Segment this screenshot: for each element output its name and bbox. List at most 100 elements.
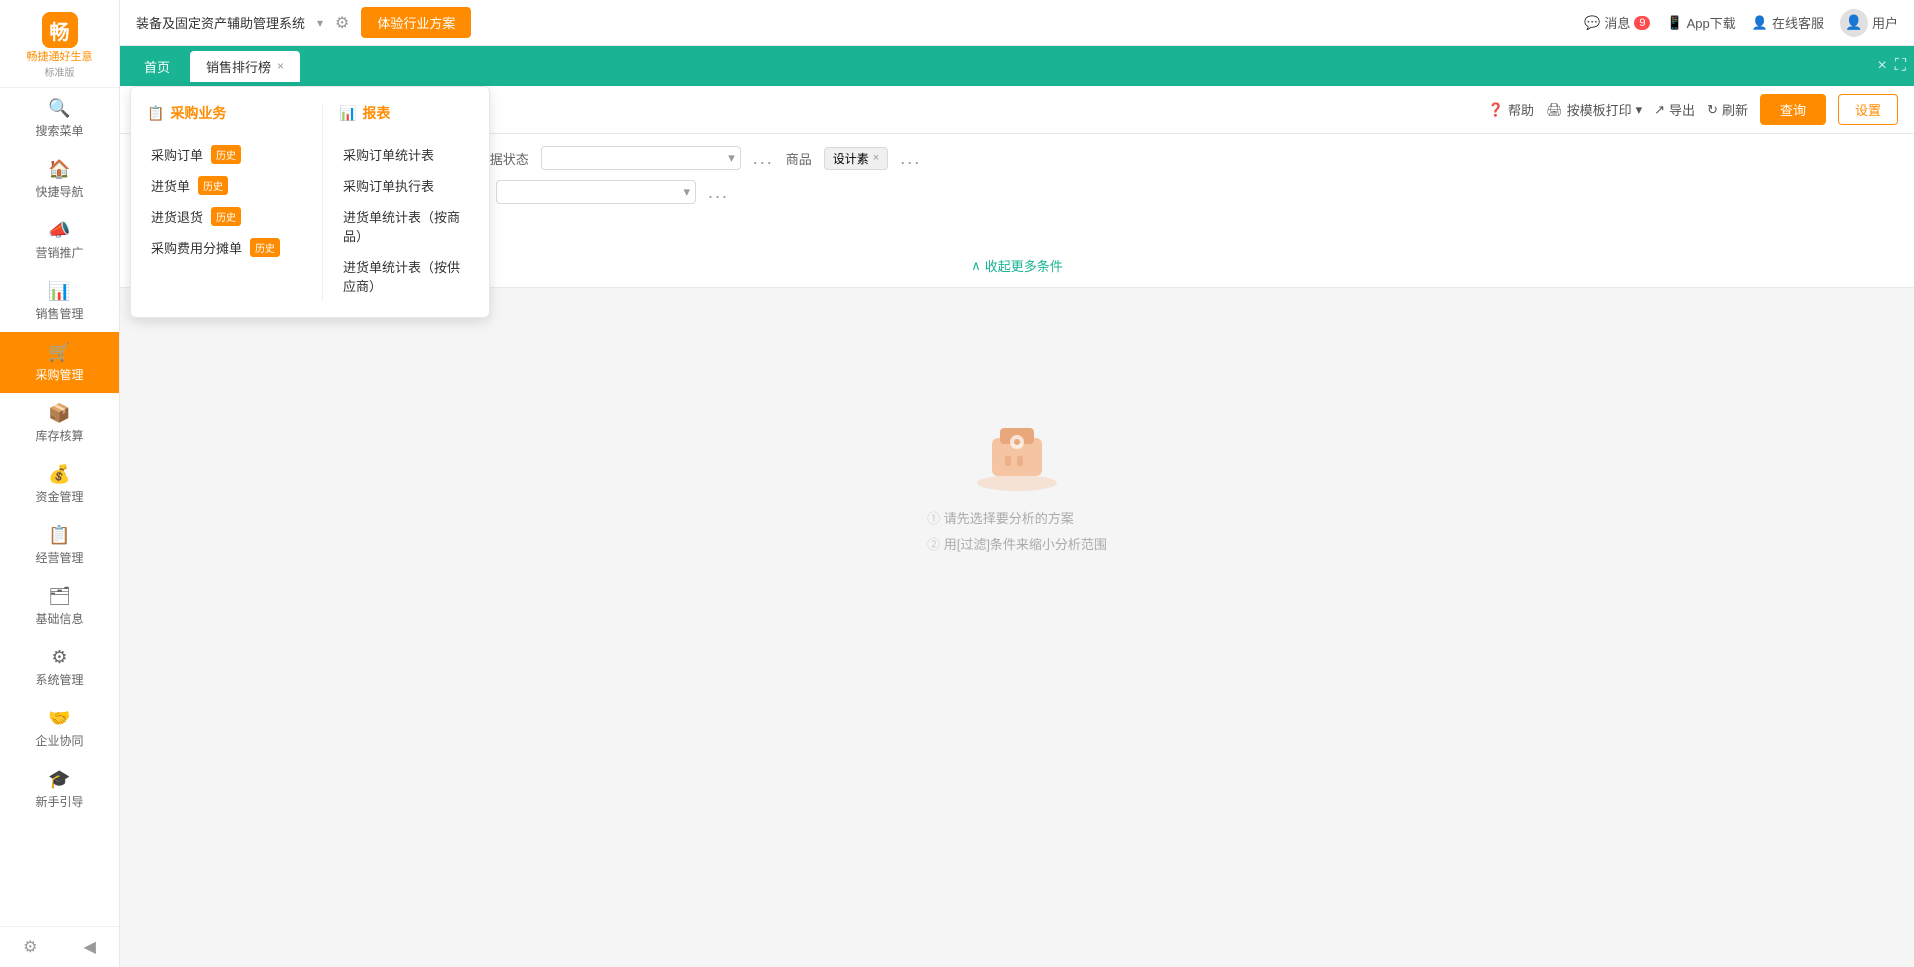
report-stock-goods-label: 进货单统计表（按商品） <box>343 207 469 245</box>
dropdown-item-purchase-stock[interactable]: 进货单 历史 <box>147 170 298 201</box>
sidebar-item-operations[interactable]: 📋 经营管理 <box>0 515 119 576</box>
sidebar-footer: ⚙ ◀ <box>0 926 119 967</box>
user-btn[interactable]: 👤 用户 <box>1840 9 1898 37</box>
sidebar-item-label-system: 系统管理 <box>35 671 83 688</box>
collapse-arrow: ∧ <box>971 258 981 274</box>
header-settings-icon[interactable]: ⚙ <box>335 13 349 33</box>
main-area: 装备及固定资产辅助管理系统 ▾ ⚙ 体验行业方案 💬 消息 9 📱 App下载 … <box>120 0 1914 967</box>
sidebar-item-finance[interactable]: 💰 资金管理 <box>0 454 119 515</box>
message-btn[interactable]: 💬 消息 9 <box>1584 13 1650 32</box>
sales-icon: 📊 <box>48 281 70 302</box>
sidebar-item-search[interactable]: 🔍 搜索菜单 <box>0 88 119 149</box>
goods-tag-text: 设计素 <box>833 150 869 167</box>
print-btn[interactable]: 🖨 按模板打印 ▾ <box>1546 100 1642 119</box>
help-btn[interactable]: ❓ 帮助 <box>1488 100 1534 119</box>
purchase-col-title: 采购业务 <box>170 103 226 123</box>
title-dropdown-icon[interactable]: ▾ <box>317 16 323 30</box>
help-label: 帮助 <box>1508 100 1534 119</box>
purchase-expense-history-badge: 历史 <box>250 238 280 257</box>
sidebar-collapse-btn[interactable]: ◀ <box>84 937 96 957</box>
sidebar-nav: 🔍 搜索菜单 🏠 快捷导航 📣 营销推广 📊 销售管理 🛒 采购管理 📦 <box>0 88 119 926</box>
marketing-icon: 📣 <box>48 220 70 241</box>
dropdown-item-report-stock-by-goods[interactable]: 进货单统计表（按商品） <box>339 201 473 251</box>
print-dropdown-icon: ▾ <box>1636 102 1643 118</box>
report-col-header: 📊 报表 <box>339 103 473 127</box>
sidebar-item-sales[interactable]: 📊 销售管理 <box>0 271 119 332</box>
sidebar-logo: 畅 畅捷通好生意 标准版 <box>0 0 119 88</box>
doc-status-select[interactable] <box>541 146 741 170</box>
logo-icon: 畅 <box>42 12 78 48</box>
tab-home-label: 首页 <box>144 57 170 76</box>
dropdown-item-report-order-exec[interactable]: 采购订单执行表 <box>339 170 473 201</box>
purchase-stock-label: 进货单 <box>151 176 190 195</box>
refresh-icon: ↻ <box>1707 102 1718 118</box>
sidebar-item-basic[interactable]: 🗂 基础信息 <box>0 576 119 637</box>
purchase-col-header: 📋 采购业务 <box>147 103 298 127</box>
help-icon: ❓ <box>1488 102 1504 118</box>
app-download-btn[interactable]: 📱 App下载 <box>1666 13 1735 32</box>
salesman-select[interactable] <box>496 180 696 204</box>
sidebar-item-purchase[interactable]: 🛒 采购管理 <box>0 332 119 393</box>
salesman-more[interactable]: ... <box>708 182 729 203</box>
dropdown-item-report-stock-by-supplier[interactable]: 进货单统计表（按供应商） <box>339 251 473 301</box>
tab-home[interactable]: 首页 <box>128 51 186 82</box>
sidebar-item-label-marketing: 营销推广 <box>35 244 83 261</box>
sidebar-item-marketing[interactable]: 📣 营销推广 <box>0 210 119 271</box>
doc-status-more[interactable]: ... <box>753 148 774 169</box>
doc-status-select-wrap <box>541 146 741 170</box>
sidebar-item-quicknav[interactable]: 🏠 快捷导航 <box>0 149 119 210</box>
query-button[interactable]: 查询 <box>1760 94 1826 125</box>
report-col-title: 报表 <box>362 103 390 123</box>
sidebar-item-label-basic: 基础信息 <box>35 610 83 627</box>
salesman-select-wrap <box>496 180 696 204</box>
report-order-exec-label: 采购订单执行表 <box>343 176 434 195</box>
sidebar-item-inventory[interactable]: 📦 库存核算 <box>0 393 119 454</box>
empty-state: ① 请先选择要分析的方案 ② 用[过滤]条件来缩小分析范围 <box>120 288 1914 678</box>
user-avatar: 👤 <box>1840 9 1868 37</box>
goods-label: 商品 <box>786 149 812 168</box>
tab-close-all-icon[interactable]: × <box>1877 57 1886 75</box>
report-col-icon: 📊 <box>339 105 356 122</box>
empty-hints: ① 请先选择要分析的方案 ② 用[过滤]条件来缩小分析范围 <box>927 506 1107 558</box>
purchase-dropdown-menu: 📋 采购业务 采购订单 历史 进货单 历史 进货退货 历史 <box>130 86 490 318</box>
dropdown-columns: 📋 采购业务 采购订单 历史 进货单 历史 进货退货 历史 <box>147 103 473 301</box>
system-title: 装备及固定资产辅助管理系统 <box>136 13 305 32</box>
settings-button[interactable]: 设置 <box>1838 94 1898 125</box>
tab-bar-right: × ⛶ <box>1877 57 1906 75</box>
basic-icon: 🗂 <box>48 586 71 607</box>
message-badge: 9 <box>1634 16 1650 30</box>
print-label: 按模板打印 <box>1567 100 1632 119</box>
tab-fullscreen-icon[interactable]: ⛶ <box>1895 57 1906 75</box>
tab-active-label: 销售排行榜 <box>206 57 271 76</box>
report-order-stats-label: 采购订单统计表 <box>343 145 434 164</box>
tab-close-icon[interactable]: × <box>277 59 284 73</box>
sidebar-item-guide[interactable]: 🎓 新手引导 <box>0 759 119 820</box>
empty-hint-1: ① 请先选择要分析的方案 <box>927 506 1107 532</box>
home-icon: 🏠 <box>48 159 70 180</box>
dropdown-item-purchase-order[interactable]: 采购订单 历史 <box>147 139 298 170</box>
collapse-btn[interactable]: ∧ 收起更多条件 <box>971 256 1063 275</box>
refresh-btn[interactable]: ↻ 刷新 <box>1707 100 1748 119</box>
purchase-column: 📋 采购业务 采购订单 历史 进货单 历史 进货退货 历史 <box>147 103 298 301</box>
online-service-btn[interactable]: 👤 在线客服 <box>1752 13 1824 32</box>
tab-sales-rank[interactable]: 销售排行榜 × <box>190 51 300 82</box>
goods-more[interactable]: ... <box>900 148 921 169</box>
dropdown-item-report-order-stats[interactable]: 采购订单统计表 <box>339 139 473 170</box>
export-btn[interactable]: ↗ 导出 <box>1654 100 1695 119</box>
dropdown-item-purchase-expense[interactable]: 采购费用分摊单 历史 <box>147 232 298 263</box>
empty-icon <box>962 408 1072 498</box>
purchase-order-label: 采购订单 <box>151 145 203 164</box>
sidebar-settings-btn[interactable]: ⚙ <box>23 937 37 957</box>
sidebar-item-label-quicknav: 快捷导航 <box>35 183 83 200</box>
goods-tag-close[interactable]: × <box>873 152 879 164</box>
collapse-label: 收起更多条件 <box>985 256 1063 275</box>
purchase-expense-label: 采购费用分摊单 <box>151 238 242 257</box>
dropdown-item-purchase-return[interactable]: 进货退货 历史 <box>147 201 298 232</box>
system-icon: ⚙ <box>51 647 67 668</box>
service-label: 在线客服 <box>1772 13 1824 32</box>
industry-btn[interactable]: 体验行业方案 <box>361 7 471 38</box>
sidebar-item-enterprise[interactable]: 🤝 企业协同 <box>0 698 119 759</box>
sidebar-item-label-sales: 销售管理 <box>35 305 83 322</box>
sidebar-item-system[interactable]: ⚙ 系统管理 <box>0 637 119 698</box>
service-icon: 👤 <box>1752 15 1768 31</box>
